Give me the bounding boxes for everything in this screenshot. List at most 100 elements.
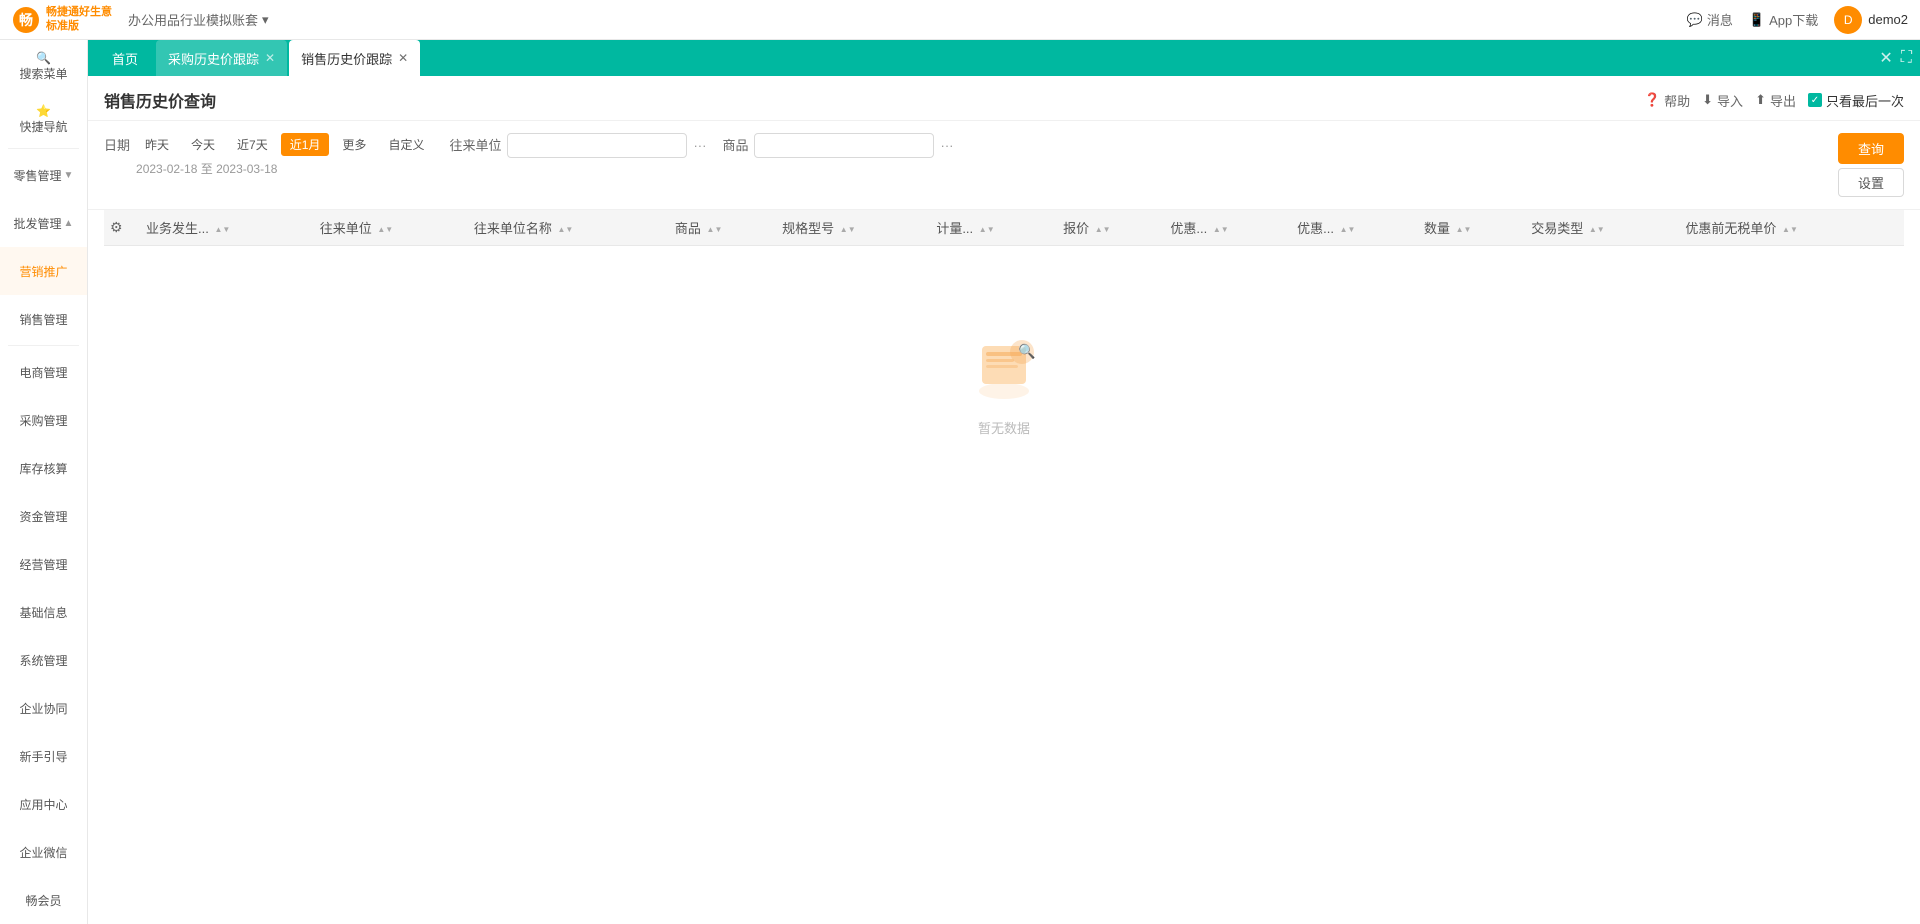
tab-purchase-history[interactable]: 采购历史价跟踪 ✕ — [156, 40, 287, 76]
date-btn-7days[interactable]: 近7天 — [228, 133, 277, 156]
th-quote-price[interactable]: 报价 ▲▼ — [1057, 210, 1164, 246]
gear-icon: ⚙ — [110, 219, 123, 235]
date-range-text: 2023-02-18 至 2023-03-18 — [136, 160, 433, 177]
sidebar-item-search[interactable]: 🔍 搜索菜单 — [0, 40, 87, 93]
message-btn[interactable]: 💬 消息 — [1687, 10, 1733, 29]
user-area[interactable]: D demo2 — [1834, 6, 1908, 34]
tab-home[interactable]: 首页 — [96, 40, 154, 76]
partner-dots[interactable]: ··· — [693, 138, 706, 153]
shortcut-icon: ⭐ — [36, 104, 51, 118]
message-icon: 💬 — [1687, 12, 1703, 28]
th-spec[interactable]: 规格型号 ▲▼ — [776, 210, 930, 246]
filter-row: 日期 昨天 今天 近7天 近1月 更多 自定义 2023-02-18 至 202… — [104, 133, 1822, 177]
sidebar-item-ecommerce[interactable]: 电商管理 — [0, 348, 87, 396]
help-btn[interactable]: ❓ 帮助 — [1644, 91, 1690, 110]
th-partner-code[interactable]: 往来单位 ▲▼ — [314, 210, 468, 246]
date-filter-group: 日期 昨天 今天 近7天 近1月 更多 自定义 2023-02-18 至 202… — [104, 133, 433, 177]
th-trade-type[interactable]: 交易类型 ▲▼ — [1525, 210, 1679, 246]
table-area: ⚙ 业务发生... ▲▼ 往来单位 ▲▼ 往来单位名称 — [88, 210, 1920, 517]
sidebar-item-shortcut[interactable]: ⭐ 快捷导航 — [0, 93, 87, 146]
sidebar-item-business[interactable]: 经营管理 — [0, 540, 87, 588]
tab-close-btn[interactable]: ✕ — [1879, 48, 1892, 68]
page-title: 销售历史价查询 — [104, 88, 216, 112]
sidebar-item-system[interactable]: 系统管理 — [0, 636, 87, 684]
sidebar-item-finance[interactable]: 资金管理 — [0, 492, 87, 540]
sort-arrows-4: ▲▼ — [707, 226, 723, 234]
th-partner-name[interactable]: 往来单位名称 ▲▼ — [468, 210, 669, 246]
export-btn[interactable]: ⬆ 导出 — [1755, 91, 1796, 110]
sidebar-item-vip[interactable]: 畅会员 — [0, 876, 87, 924]
search-icon: 🔍 — [36, 51, 51, 65]
sort-arrows-6: ▲▼ — [979, 226, 995, 234]
query-button[interactable]: 查询 — [1838, 133, 1904, 164]
sidebar-item-retail[interactable]: 零售管理 ▼ — [0, 151, 87, 199]
sidebar-item-wechat[interactable]: 企业微信 — [0, 828, 87, 876]
avatar: D — [1834, 6, 1862, 34]
sidebar-divider-1 — [8, 148, 79, 149]
th-goods[interactable]: 商品 ▲▼ — [669, 210, 776, 246]
sort-arrows-8: ▲▼ — [1213, 226, 1229, 234]
table-header: ⚙ 业务发生... ▲▼ 往来单位 ▲▼ 往来单位名称 — [104, 210, 1904, 246]
only-last-checkbox[interactable]: ✓ — [1808, 93, 1822, 107]
content-area: 首页 采购历史价跟踪 ✕ 销售历史价跟踪 ✕ ✕ ⛶ 销售历史价查询 — [88, 40, 1920, 924]
date-label: 日期 — [104, 133, 130, 154]
sidebar-item-sales[interactable]: 销售管理 — [0, 295, 87, 343]
tab-close-purchase[interactable]: ✕ — [265, 52, 275, 64]
filter-actions: 查询 设置 — [1838, 133, 1904, 197]
goods-dots[interactable]: ··· — [940, 138, 953, 153]
sidebar: 🔍 搜索菜单 ⭐ 快捷导航 零售管理 ▼ 批发管理 ▲ 营销推广 销售管理 电商… — [0, 40, 88, 924]
user-name: demo2 — [1868, 12, 1908, 27]
svg-text:畅: 畅 — [19, 12, 33, 28]
sidebar-item-wholesale[interactable]: 批发管理 ▲ — [0, 199, 87, 247]
date-btn-custom[interactable]: 自定义 — [379, 133, 433, 156]
partner-filter-group: 往来单位 ··· — [449, 133, 706, 158]
settings-button[interactable]: 设置 — [1838, 168, 1904, 197]
sidebar-item-purchase[interactable]: 采购管理 — [0, 396, 87, 444]
partner-label: 往来单位 — [449, 133, 501, 154]
partner-input[interactable] — [507, 133, 687, 158]
sidebar-item-enterprise[interactable]: 企业协同 — [0, 684, 87, 732]
chevron-down-icon: ▼ — [64, 170, 74, 181]
page-header: 销售历史价查询 ❓ 帮助 ⬇ 导入 ⬆ 导出 ✓ — [88, 76, 1920, 121]
sidebar-item-inventory[interactable]: 库存核算 — [0, 444, 87, 492]
only-last-checkbox-area[interactable]: ✓ 只看最后一次 — [1808, 91, 1904, 110]
sidebar-item-basic[interactable]: 基础信息 — [0, 588, 87, 636]
app-download-btn[interactable]: 📱 App下载 — [1749, 10, 1818, 29]
data-table: ⚙ 业务发生... ▲▼ 往来单位 ▲▼ 往来单位名称 — [104, 210, 1904, 246]
th-discount2[interactable]: 优惠... ▲▼ — [1291, 210, 1418, 246]
sort-arrows-2: ▲▼ — [377, 226, 393, 234]
export-icon: ⬆ — [1755, 92, 1766, 108]
sidebar-divider-2 — [8, 345, 79, 346]
logo-icon: 畅 — [12, 6, 40, 34]
sort-arrows-11: ▲▼ — [1589, 226, 1605, 234]
date-btn-today[interactable]: 今天 — [182, 133, 224, 156]
tab-close-sales[interactable]: ✕ — [398, 52, 408, 64]
date-btn-more[interactable]: 更多 — [333, 133, 375, 156]
th-unit[interactable]: 计量... ▲▼ — [930, 210, 1057, 246]
th-pretax-price[interactable]: 优惠前无税单价 ▲▼ — [1679, 210, 1904, 246]
th-quantity[interactable]: 数量 ▲▼ — [1418, 210, 1525, 246]
import-btn[interactable]: ⬇ 导入 — [1702, 91, 1743, 110]
sidebar-item-marketing[interactable]: 营销推广 — [0, 247, 87, 295]
date-btn-yesterday[interactable]: 昨天 — [136, 133, 178, 156]
top-bar: 畅 畅捷通好生意 标准版 办公用品行业模拟账套 ▾ 💬 消息 📱 App下载 D… — [0, 0, 1920, 40]
sort-arrows-7: ▲▼ — [1095, 226, 1111, 234]
sort-arrows-9: ▲▼ — [1340, 226, 1356, 234]
sidebar-item-appstore[interactable]: 应用中心 — [0, 780, 87, 828]
tab-expand-btn[interactable]: ⛶ — [1901, 49, 1912, 67]
sort-arrows-3: ▲▼ — [557, 226, 573, 234]
sidebar-item-newbie[interactable]: 新手引导 — [0, 732, 87, 780]
tab-sales-history[interactable]: 销售历史价跟踪 ✕ — [289, 40, 420, 76]
dropdown-icon: ▾ — [262, 12, 269, 28]
sort-arrows-12: ▲▼ — [1782, 226, 1798, 234]
goods-input-group: ··· — [754, 133, 953, 158]
top-bar-left: 畅 畅捷通好生意 标准版 办公用品行业模拟账套 ▾ — [12, 6, 277, 34]
goods-input[interactable] — [754, 133, 934, 158]
th-settings[interactable]: ⚙ — [104, 210, 140, 246]
th-discount1[interactable]: 优惠... ▲▼ — [1164, 210, 1291, 246]
app-selector[interactable]: 办公用品行业模拟账套 ▾ — [120, 6, 277, 33]
logo-text: 畅捷通好生意 标准版 — [46, 6, 112, 32]
date-options: 昨天 今天 近7天 近1月 更多 自定义 2023-02-18 至 2023-0… — [136, 133, 433, 177]
date-btn-1month[interactable]: 近1月 — [281, 133, 330, 156]
th-business-date[interactable]: 业务发生... ▲▼ — [140, 210, 314, 246]
